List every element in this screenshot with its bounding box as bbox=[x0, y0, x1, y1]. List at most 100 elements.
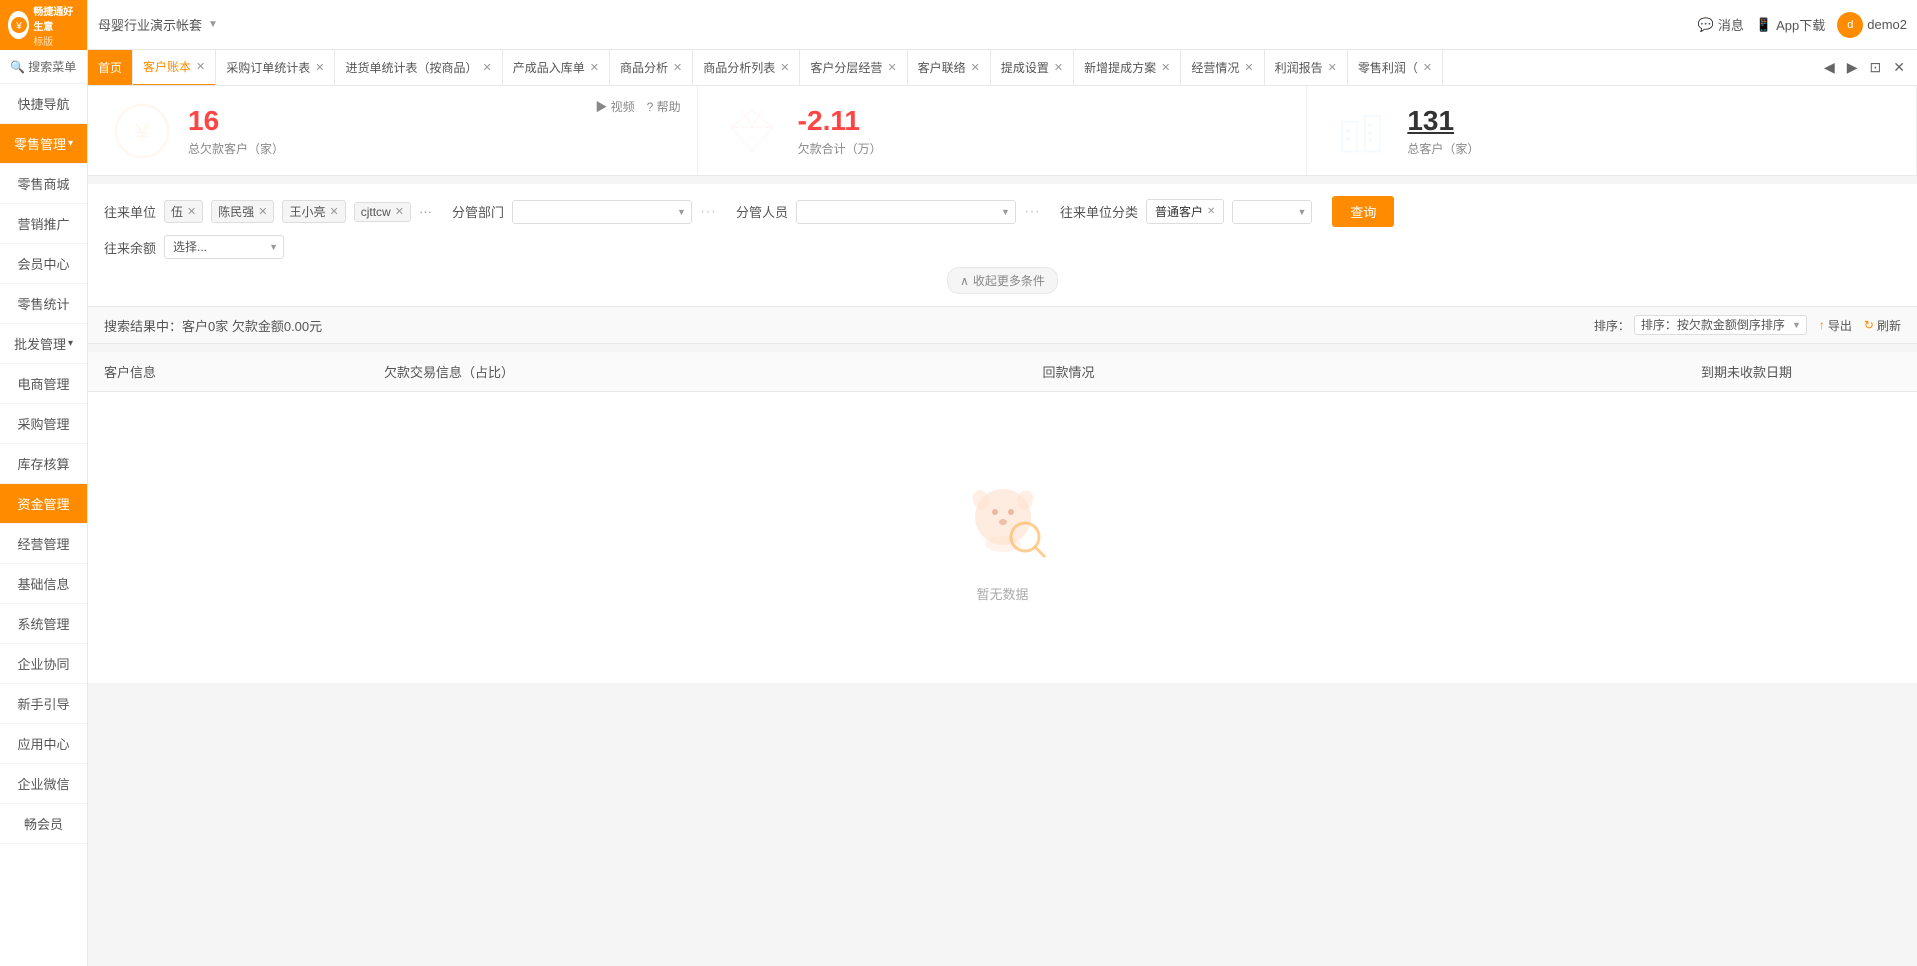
filter-dept-clear-icon[interactable]: ··· bbox=[700, 203, 716, 221]
filter-category-tag[interactable]: 普通客户 ✕ bbox=[1146, 199, 1224, 224]
col-header-overdue-date: 到期未收款日期 bbox=[1701, 362, 1901, 381]
sidebar-item-retail-stats[interactable]: 零售统计 bbox=[0, 284, 87, 324]
tab-close-icon[interactable]: ✕ bbox=[1161, 61, 1170, 74]
collapse-icon: ∧ bbox=[960, 274, 969, 288]
filter-tag-close-icon[interactable]: ✕ bbox=[258, 205, 267, 218]
tab-customer-contact[interactable]: 客户联络 ✕ bbox=[908, 50, 991, 86]
filter-tag-close-icon[interactable]: ✕ bbox=[187, 205, 196, 218]
filter-tag-unit-4[interactable]: cjttcw ✕ bbox=[354, 202, 411, 222]
category-tag-close-icon[interactable]: ✕ bbox=[1207, 206, 1215, 217]
sort-selector: 排序： 排序：按欠款金额倒序排序 bbox=[1594, 315, 1807, 335]
tab-close-all-icon[interactable]: ✕ bbox=[1889, 57, 1909, 78]
filter-category-select[interactable] bbox=[1232, 200, 1312, 224]
sort-select-wrapper: 排序：按欠款金额倒序排序 bbox=[1634, 315, 1807, 335]
tab-close-icon[interactable]: ✕ bbox=[780, 61, 789, 74]
sidebar-item-wechat[interactable]: 企业微信 bbox=[0, 764, 87, 804]
filter-tag-close-icon[interactable]: ✕ bbox=[395, 205, 404, 218]
sidebar-item-retail[interactable]: 零售管理▾ bbox=[0, 124, 87, 164]
sidebar-item-wholesale[interactable]: 批发管理▾ bbox=[0, 324, 87, 364]
tab-purchase-order-stats[interactable]: 采购订单统计表 ✕ bbox=[216, 50, 335, 86]
diamond-icon bbox=[722, 101, 782, 161]
filter-row-1: 往来单位 伍 ✕ 陈民强 ✕ 王小亮 ✕ cjttcw ✕ ··· bbox=[104, 196, 1901, 227]
tab-close-icon[interactable]: ✕ bbox=[196, 60, 205, 73]
account-selector-arrow-icon: ▼ bbox=[208, 19, 218, 30]
stat-card-total-debt: -2.11 欠款合计（万） bbox=[698, 86, 1308, 175]
yuan-icon: ¥ bbox=[112, 101, 172, 161]
sidebar-item-purchase[interactable]: 采购管理 bbox=[0, 404, 87, 444]
sidebar-item-retail-mall[interactable]: 零售商城 bbox=[0, 164, 87, 204]
filter-more-icon[interactable]: ··· bbox=[419, 204, 432, 219]
stat-label-total: 总客户（家） bbox=[1407, 140, 1479, 157]
app-download-button[interactable]: 📱 App下载 bbox=[1756, 15, 1825, 34]
refresh-button[interactable]: ↻ 刷新 bbox=[1864, 317, 1901, 334]
filter-person-clear-icon[interactable]: ··· bbox=[1024, 203, 1040, 221]
sidebar-search[interactable]: 🔍 搜索菜单 bbox=[0, 50, 87, 84]
tab-close-icon[interactable]: ✕ bbox=[1054, 61, 1063, 74]
account-selector[interactable]: 母婴行业演示帐套 ▼ bbox=[98, 15, 218, 34]
tab-close-icon[interactable]: ✕ bbox=[1244, 61, 1253, 74]
sidebar-item-inventory[interactable]: 库存核算 bbox=[0, 444, 87, 484]
tab-operations[interactable]: 经营情况 ✕ bbox=[1181, 50, 1264, 86]
sidebar-item-vip[interactable]: 畅会员 bbox=[0, 804, 87, 844]
tab-retail-profit[interactable]: 零售利润（ ✕ bbox=[1348, 50, 1443, 86]
sidebar-item-quick-nav[interactable]: 快捷导航 bbox=[0, 84, 87, 124]
help-link[interactable]: ? 帮助 bbox=[647, 98, 681, 115]
tab-commission-settings[interactable]: 提成设置 ✕ bbox=[991, 50, 1074, 86]
empty-state-icon bbox=[953, 472, 1053, 572]
tab-home[interactable]: 首页 bbox=[88, 50, 133, 86]
tab-bar-controls: ◀ ▶ ⊡ ✕ bbox=[1812, 57, 1917, 78]
tab-close-icon[interactable]: ✕ bbox=[887, 61, 896, 74]
export-button[interactable]: ↑ 导出 bbox=[1819, 317, 1852, 334]
sidebar-item-basics[interactable]: 基础信息 bbox=[0, 564, 87, 604]
tab-goods-analysis-list[interactable]: 商品分析列表 ✕ bbox=[693, 50, 800, 86]
tab-goods-analysis[interactable]: 商品分析 ✕ bbox=[610, 50, 693, 86]
tab-expand-icon[interactable]: ⊡ bbox=[1866, 57, 1886, 78]
sidebar-item-enterprise[interactable]: 企业协同 bbox=[0, 644, 87, 684]
filter-dept-select[interactable] bbox=[512, 200, 692, 224]
filter-row-2: 往来余额 选择... bbox=[104, 235, 1901, 259]
stat-card-total-customers: 131 总客户（家） bbox=[1307, 86, 1917, 175]
sort-select-input[interactable]: 排序：按欠款金额倒序排序 bbox=[1634, 315, 1807, 335]
filter-tag-unit-2[interactable]: 陈民强 ✕ bbox=[211, 200, 274, 223]
tab-production-instock[interactable]: 产成品入库单 ✕ bbox=[503, 50, 610, 86]
sidebar-item-ecommerce[interactable]: 电商管理 bbox=[0, 364, 87, 404]
stat-card-customers: ¥ 16 总欠款客户（家） ▶ 视频 ? 帮助 bbox=[88, 86, 698, 175]
filter-tag-unit-1[interactable]: 伍 ✕ bbox=[164, 200, 203, 223]
sidebar-item-member[interactable]: 会员中心 bbox=[0, 244, 87, 284]
tab-prev-icon[interactable]: ◀ bbox=[1820, 57, 1839, 78]
stat-value-total: 131 bbox=[1407, 104, 1479, 138]
tab-customer-tier[interactable]: 客户分层经营 ✕ bbox=[800, 50, 907, 86]
filter-balance-select[interactable]: 选择... bbox=[164, 235, 284, 259]
tab-close-icon[interactable]: ✕ bbox=[673, 61, 682, 74]
sidebar-item-newbie[interactable]: 新手引导 bbox=[0, 684, 87, 724]
filter-person-input[interactable] bbox=[796, 200, 1016, 224]
sidebar-item-system[interactable]: 系统管理 bbox=[0, 604, 87, 644]
filter-tag-unit-3[interactable]: 王小亮 ✕ bbox=[282, 200, 345, 223]
sidebar-item-operations[interactable]: 经营管理 bbox=[0, 524, 87, 564]
tab-bar: 首页 客户账本 ✕ 采购订单统计表 ✕ 进货单统计表（按商品） ✕ 产成品入库单… bbox=[88, 50, 1917, 86]
video-link[interactable]: ▶ 视频 bbox=[595, 98, 634, 115]
tab-close-icon[interactable]: ✕ bbox=[483, 61, 492, 74]
sidebar-item-app-center[interactable]: 应用中心 bbox=[0, 724, 87, 764]
query-button[interactable]: 查询 bbox=[1332, 196, 1394, 227]
tab-profit-report[interactable]: 利润报告 ✕ bbox=[1265, 50, 1348, 86]
sidebar-item-finance[interactable]: 资金管理 bbox=[0, 484, 87, 524]
message-button[interactable]: 💬 消息 bbox=[1698, 15, 1744, 34]
tab-goods-stats[interactable]: 进货单统计表（按商品） ✕ bbox=[335, 50, 502, 86]
stat-info-total: 131 总客户（家） bbox=[1407, 104, 1479, 157]
tab-customer-ledger[interactable]: 客户账本 ✕ bbox=[133, 50, 216, 86]
tab-close-icon[interactable]: ✕ bbox=[1423, 61, 1432, 74]
tab-next-icon[interactable]: ▶ bbox=[1843, 57, 1862, 78]
tab-close-icon[interactable]: ✕ bbox=[1328, 61, 1337, 74]
tab-close-icon[interactable]: ✕ bbox=[971, 61, 980, 74]
tab-close-icon[interactable]: ✕ bbox=[315, 61, 324, 74]
filter-tag-close-icon[interactable]: ✕ bbox=[330, 205, 339, 218]
tab-add-commission[interactable]: 新增提成方案 ✕ bbox=[1074, 50, 1181, 86]
summary-text: 搜索结果中：客户0家 欠款金额0.00元 bbox=[104, 316, 322, 335]
tab-close-icon[interactable]: ✕ bbox=[590, 61, 599, 74]
summary-right-actions: 排序： 排序：按欠款金额倒序排序 ↑ 导出 ↻ 刷新 bbox=[1594, 315, 1901, 335]
collapse-filter-button[interactable]: ∧ 收起更多条件 bbox=[947, 267, 1058, 294]
user-avatar[interactable]: d demo2 bbox=[1837, 12, 1907, 38]
sidebar-item-marketing[interactable]: 营销推广 bbox=[0, 204, 87, 244]
col-header-repayment: 回款情况 bbox=[1043, 362, 1702, 381]
